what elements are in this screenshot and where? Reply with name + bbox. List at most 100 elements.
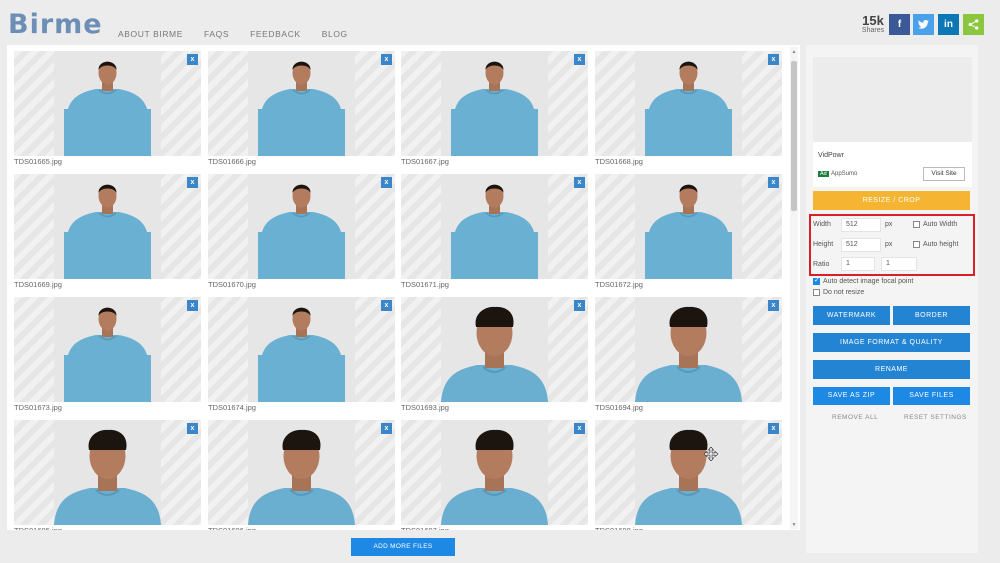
person-photo <box>635 174 742 279</box>
image-tile[interactable]: x TDS01673.jpg <box>14 297 201 414</box>
remove-image-button[interactable]: x <box>574 423 585 434</box>
nav-blog[interactable]: BLOG <box>322 29 348 39</box>
image-tile[interactable]: x TDS01697.jpg <box>401 420 588 530</box>
reset-settings-button[interactable]: RESET SETTINGS <box>904 414 967 421</box>
image-tile[interactable]: x TDS01670.jpg <box>208 174 395 291</box>
person-photo <box>635 420 742 525</box>
ratio-height-input[interactable]: 1 <box>881 257 917 271</box>
auto-height-checkbox[interactable] <box>913 241 920 248</box>
remove-image-button[interactable]: x <box>381 300 392 311</box>
image-format-quality-button[interactable]: IMAGE FORMAT & QUALITY <box>813 333 970 352</box>
rename-button[interactable]: RENAME <box>813 360 970 379</box>
watermark-button[interactable]: WATERMARK <box>813 306 890 325</box>
image-thumbnail[interactable]: x <box>401 297 588 402</box>
save-files-button[interactable]: SAVE FILES <box>893 387 970 405</box>
image-tile[interactable]: x TDS01693.jpg <box>401 297 588 414</box>
image-tile[interactable]: x TDS01674.jpg <box>208 297 395 414</box>
scroll-down-icon[interactable]: ▼ <box>790 522 798 528</box>
share-count: 15k <box>862 13 884 28</box>
image-tile[interactable]: x TDS01666.jpg <box>208 51 395 168</box>
image-thumbnail[interactable]: x <box>595 51 782 156</box>
image-tile[interactable]: x TDS01694.jpg <box>595 297 782 414</box>
ad-box: VidPowr Ad AppSumo Visit Site <box>813 57 972 187</box>
remove-image-button[interactable]: x <box>381 423 392 434</box>
remove-image-button[interactable]: x <box>187 423 198 434</box>
width-input[interactable]: 512 <box>841 218 881 232</box>
logo[interactable]: Birme <box>8 9 103 40</box>
grid-scrollbar[interactable]: ▲ ▼ <box>790 47 798 529</box>
image-tile[interactable]: x TDS01698.jpg <box>595 420 782 530</box>
add-more-files-button[interactable]: ADD MORE FILES <box>351 538 455 556</box>
ad-title[interactable]: VidPowr <box>818 152 844 159</box>
scrollbar-thumb[interactable] <box>791 61 797 211</box>
remove-image-button[interactable]: x <box>187 54 198 65</box>
person-photo <box>441 174 548 279</box>
image-tile[interactable]: x TDS01665.jpg <box>14 51 201 168</box>
image-filename: TDS01698.jpg <box>595 526 643 530</box>
image-filename: TDS01672.jpg <box>595 280 643 289</box>
remove-image-button[interactable]: x <box>574 54 585 65</box>
image-filename: TDS01697.jpg <box>401 526 449 530</box>
image-thumbnail[interactable]: x <box>595 297 782 402</box>
share-icon[interactable] <box>963 14 984 35</box>
auto-width-checkbox[interactable] <box>913 221 920 228</box>
image-thumbnail[interactable]: x <box>401 51 588 156</box>
image-thumbnail[interactable]: x <box>208 297 395 402</box>
share-count-label: Shares <box>861 27 885 34</box>
image-tile[interactable]: x TDS01669.jpg <box>14 174 201 291</box>
share-counter: 15k Shares <box>860 14 886 35</box>
resize-crop-button[interactable]: RESIZE / CROP <box>813 191 970 210</box>
remove-image-button[interactable]: x <box>574 300 585 311</box>
remove-image-button[interactable]: x <box>574 177 585 188</box>
visit-site-button[interactable]: Visit Site <box>923 167 965 181</box>
ratio-width-input[interactable]: 1 <box>841 257 875 271</box>
remove-image-button[interactable]: x <box>768 423 779 434</box>
focal-point-checkbox[interactable] <box>813 276 820 285</box>
image-tile[interactable]: x TDS01672.jpg <box>595 174 782 291</box>
image-thumbnail[interactable]: x <box>595 420 782 525</box>
image-filename: TDS01669.jpg <box>14 280 62 289</box>
remove-image-button[interactable]: x <box>768 177 779 188</box>
image-thumbnail[interactable]: x <box>14 174 201 279</box>
remove-image-button[interactable]: x <box>381 177 392 188</box>
scroll-up-icon[interactable]: ▲ <box>790 49 798 55</box>
remove-image-button[interactable]: x <box>187 177 198 188</box>
image-thumbnail[interactable]: x <box>14 51 201 156</box>
nav-faqs[interactable]: FAQS <box>204 29 229 39</box>
remove-image-button[interactable]: x <box>768 54 779 65</box>
person-photo <box>441 51 548 156</box>
person-photo <box>441 297 548 402</box>
image-thumbnail[interactable]: x <box>208 420 395 525</box>
image-tile[interactable]: x TDS01668.jpg <box>595 51 782 168</box>
remove-image-button[interactable]: x <box>381 54 392 65</box>
image-tile[interactable]: x TDS01696.jpg <box>208 420 395 530</box>
remove-all-button[interactable]: REMOVE ALL <box>832 414 878 421</box>
remove-image-button[interactable]: x <box>187 300 198 311</box>
image-thumbnail[interactable]: x <box>14 420 201 525</box>
border-button[interactable]: BORDER <box>893 306 970 325</box>
ad-image[interactable] <box>813 57 972 142</box>
image-thumbnail[interactable]: x <box>14 297 201 402</box>
twitter-icon[interactable] <box>913 14 934 35</box>
save-as-zip-button[interactable]: SAVE AS ZIP <box>813 387 890 405</box>
height-label: Height <box>813 241 834 248</box>
height-input[interactable]: 512 <box>841 238 881 252</box>
image-thumbnail[interactable]: x <box>401 174 588 279</box>
person-photo <box>248 297 355 402</box>
remove-image-button[interactable]: x <box>768 300 779 311</box>
ad-source: AppSumo <box>831 171 858 177</box>
nav-about[interactable]: ABOUT BIRME <box>118 29 183 39</box>
image-tile[interactable]: x TDS01671.jpg <box>401 174 588 291</box>
image-thumbnail[interactable]: x <box>208 51 395 156</box>
image-thumbnail[interactable]: x <box>208 174 395 279</box>
image-tile[interactable]: x TDS01695.jpg <box>14 420 201 530</box>
nav-feedback[interactable]: FEEDBACK <box>250 29 301 39</box>
image-thumbnail[interactable]: x <box>595 174 782 279</box>
image-thumbnail[interactable]: x <box>401 420 588 525</box>
linkedin-icon[interactable]: in <box>938 14 959 35</box>
header: Birme ABOUT BIRME FAQS FEEDBACK BLOG 15k… <box>0 0 1000 45</box>
person-photo <box>54 420 161 525</box>
do-not-resize-checkbox[interactable] <box>813 289 820 296</box>
image-tile[interactable]: x TDS01667.jpg <box>401 51 588 168</box>
facebook-icon[interactable]: f <box>889 14 910 35</box>
